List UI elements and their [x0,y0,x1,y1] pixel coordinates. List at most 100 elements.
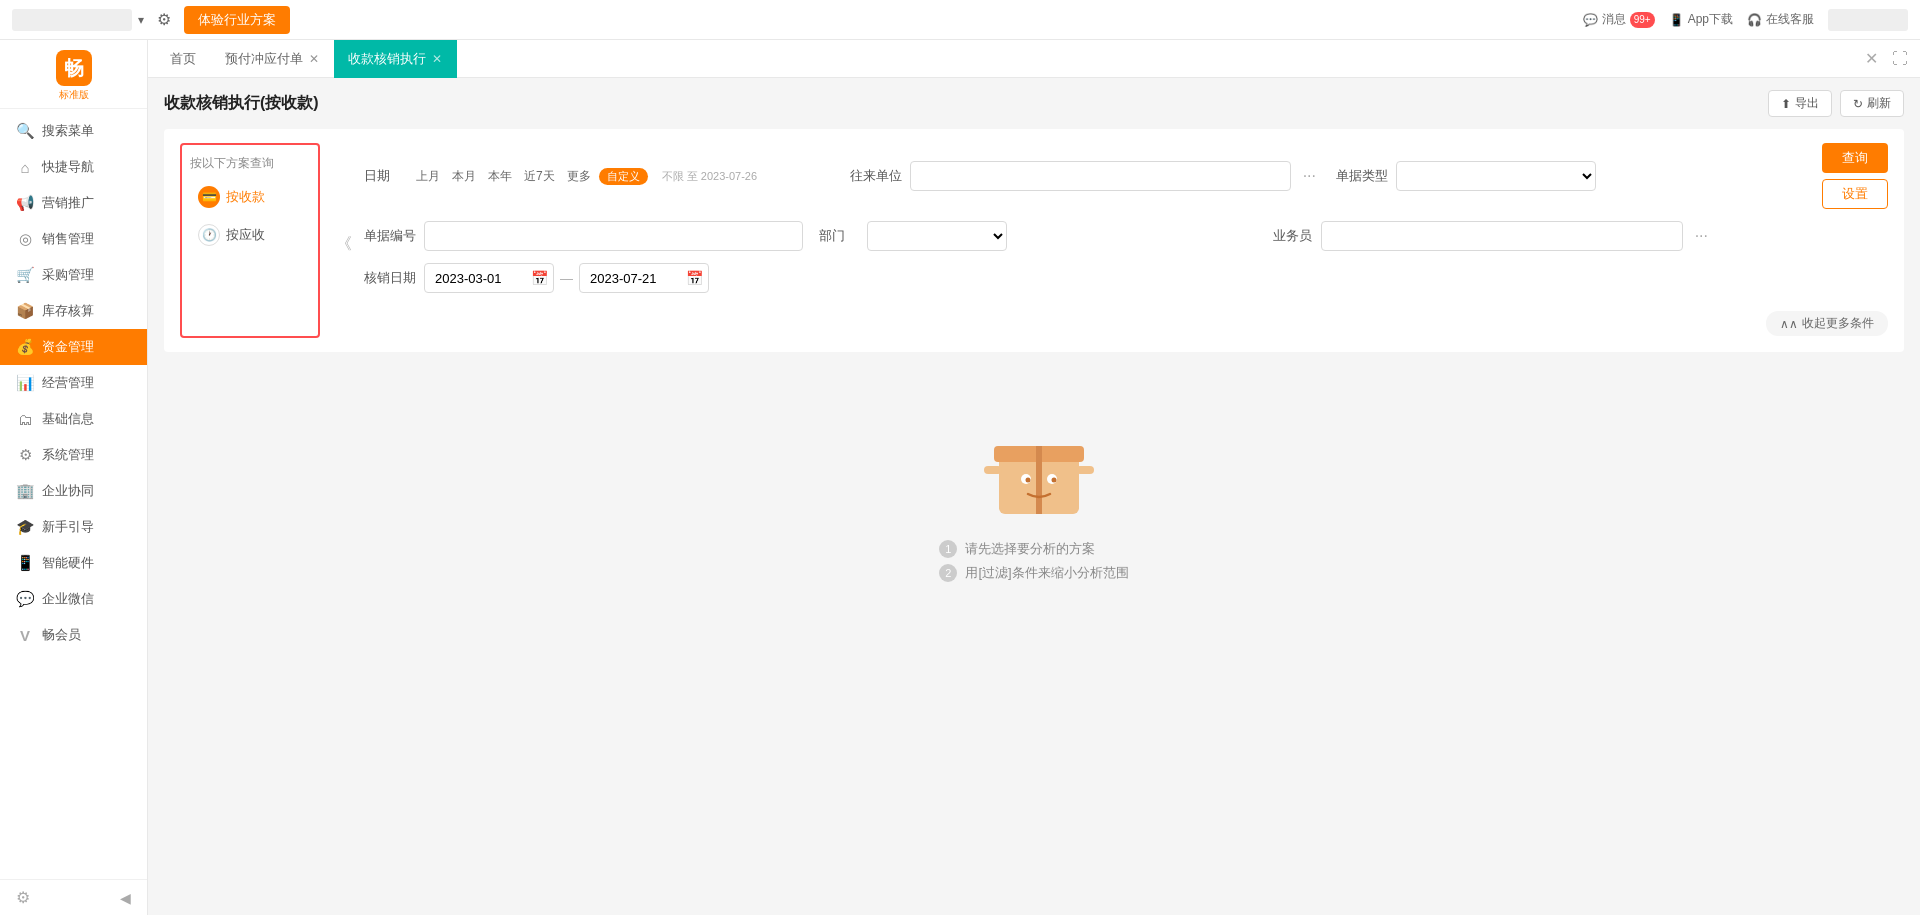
dept-select[interactable] [867,221,1007,251]
collapse-more-label: 收起更多条件 [1802,315,1874,332]
date-custom-tag[interactable]: 自定义 [599,168,648,185]
content-area: 首页 预付冲应付单 ✕ 收款核销执行 ✕ ✕ ⛶ 收款核销执行(按收款) [148,40,1920,915]
sidebar-item-guide[interactable]: 🎓 新手引导 [0,509,147,545]
sidebar-item-basic[interactable]: 🗂 基础信息 [0,401,147,437]
counterpart-input[interactable] [910,161,1291,191]
dept-label: 部门 [819,227,859,245]
basic-icon: 🗂 [16,411,34,428]
store-dropdown[interactable]: ▾ [138,13,144,27]
marketing-icon: 📢 [16,194,34,212]
page-header: 收款核销执行(按收款) ⬆ 导出 ↻ 刷新 [164,90,1904,117]
query-buttons: 查询 设置 [1822,143,1888,209]
settings-icon[interactable]: ⚙ [150,6,178,34]
sidebar-logo: 畅 标准版 [0,40,147,109]
industry-button[interactable]: 体验行业方案 [184,6,290,34]
tab-prepay[interactable]: 预付冲应付单 ✕ [211,40,334,78]
tab-collection-close[interactable]: ✕ [432,52,442,66]
export-label: 导出 [1795,95,1819,112]
member-icon: V [16,627,34,644]
refresh-button[interactable]: ↻ 刷新 [1840,90,1904,117]
filter-option-receivable-label: 按应收 [226,226,265,244]
sidebar-item-business[interactable]: 📊 经营管理 [0,365,147,401]
dept-field: 部门 [819,221,1258,251]
staff-input[interactable] [1321,221,1682,251]
writeoff-end-calendar-icon[interactable]: 📅 [686,270,703,286]
date-7-days[interactable]: 近7天 [520,167,559,186]
search-icon: 🔍 [16,122,34,140]
sidebar-label-basic: 基础信息 [42,410,94,428]
sidebar-item-hardware[interactable]: 📱 智能硬件 [0,545,147,581]
online-service-item[interactable]: 🎧 在线客服 [1747,11,1814,28]
filter-panel: 按以下方案查询 💳 按收款 🕐 按应收 《 [164,129,1904,352]
tab-expand-icon[interactable]: ⛶ [1888,46,1912,72]
app-download-item[interactable]: 📱 App下载 [1669,11,1733,28]
sidebar-collapse-icon[interactable]: ◀ [120,890,131,906]
filter-row-1: 日期 上月 本月 本年 近7天 更多 自定义 不限 至 2023-07-26 [364,143,1888,209]
tab-home[interactable]: 首页 [156,40,211,78]
enterprise-icon: 🏢 [16,482,34,500]
receivable-option-icon: 🕐 [198,224,220,246]
sidebar-item-marketing[interactable]: 📢 营销推广 [0,185,147,221]
sidebar-item-system[interactable]: ⚙ 系统管理 [0,437,147,473]
guide-icon: 🎓 [16,518,34,536]
tab-collection[interactable]: 收款核销执行 ✕ [334,40,457,78]
message-badge: 99+ [1630,12,1655,28]
doc-no-input[interactable] [424,221,803,251]
sidebar-item-member[interactable]: V 畅会员 [0,617,147,653]
svg-rect-2 [1036,446,1042,514]
sidebar-label-marketing: 营销推广 [42,194,94,212]
sidebar-item-purchase[interactable]: 🛒 采购管理 [0,257,147,293]
tab-prepay-close[interactable]: ✕ [309,52,319,66]
tab-close-all-icon[interactable]: ✕ [1861,45,1882,72]
sidebar-menu: 🔍 搜索菜单 ⌂ 快捷导航 📢 营销推广 ◎ 销售管理 🛒 采购管理 📦 库 [0,109,147,879]
filter-option-collection[interactable]: 💳 按收款 [190,180,310,214]
staff-dots[interactable]: ··· [1691,227,1712,245]
export-button[interactable]: ⬆ 导出 [1768,90,1832,117]
filter-form: 日期 上月 本月 本年 近7天 更多 自定义 不限 至 2023-07-26 [364,143,1888,338]
sidebar-item-quick-nav[interactable]: ⌂ 快捷导航 [0,149,147,185]
filter-collapse-button[interactable]: 《 [336,151,352,338]
doc-no-field: 单据编号 [364,221,803,251]
collapse-more: ∧∧ 收起更多条件 [364,305,1888,338]
doc-type-select[interactable] [1396,161,1596,191]
counterpart-dots[interactable]: ··· [1299,167,1320,185]
user-avatar[interactable] [1828,9,1908,31]
query-button[interactable]: 查询 [1822,143,1888,173]
message-icon: 💬 [1583,13,1598,27]
sidebar-label-finance: 资金管理 [42,338,94,356]
filter-row-2: 单据编号 部门 业务员 ··· [364,221,1888,251]
svg-rect-7 [984,466,1002,474]
collapse-more-button[interactable]: ∧∧ 收起更多条件 [1766,311,1888,336]
message-item[interactable]: 💬 消息 99+ [1583,11,1655,28]
date-this-year[interactable]: 本年 [484,167,516,186]
top-bar: ▾ ⚙ 体验行业方案 💬 消息 99+ 📱 App下载 🎧 在线客服 [0,0,1920,40]
sidebar-label-sales: 销售管理 [42,230,94,248]
date-this-month[interactable]: 本月 [448,167,480,186]
sidebar-label-system: 系统管理 [42,446,94,464]
sidebar-item-enterprise[interactable]: 🏢 企业协同 [0,473,147,509]
top-bar-right: 💬 消息 99+ 📱 App下载 🎧 在线客服 [1583,9,1908,31]
sidebar-item-wechat[interactable]: 💬 企业微信 [0,581,147,617]
date-more[interactable]: 更多 [563,167,595,186]
setting-button[interactable]: 设置 [1822,179,1888,209]
staff-field: 业务员 ··· [1273,221,1712,251]
date-label: 日期 [364,167,404,185]
doc-type-field: 单据类型 [1336,161,1806,191]
sidebar-item-sales[interactable]: ◎ 销售管理 [0,221,147,257]
wechat-icon: 💬 [16,590,34,608]
sidebar-item-search[interactable]: 🔍 搜索菜单 [0,113,147,149]
sidebar-item-finance[interactable]: 💰 资金管理 [0,329,147,365]
export-icon: ⬆ [1781,97,1791,111]
writeoff-start-calendar-icon[interactable]: 📅 [531,270,548,286]
bottom-settings-icon[interactable]: ⚙ [16,888,30,907]
date-last-month[interactable]: 上月 [412,167,444,186]
hint-num-1: 1 [939,540,957,558]
filter-option-collection-label: 按收款 [226,188,265,206]
svg-point-5 [1026,478,1031,483]
page-actions: ⬆ 导出 ↻ 刷新 [1768,90,1904,117]
sales-icon: ◎ [16,230,34,248]
sidebar-item-inventory[interactable]: 📦 库存核算 [0,293,147,329]
filter-option-receivable[interactable]: 🕐 按应收 [190,218,310,252]
counterpart-label: 往来单位 [850,167,902,185]
sidebar-label-inventory: 库存核算 [42,302,94,320]
